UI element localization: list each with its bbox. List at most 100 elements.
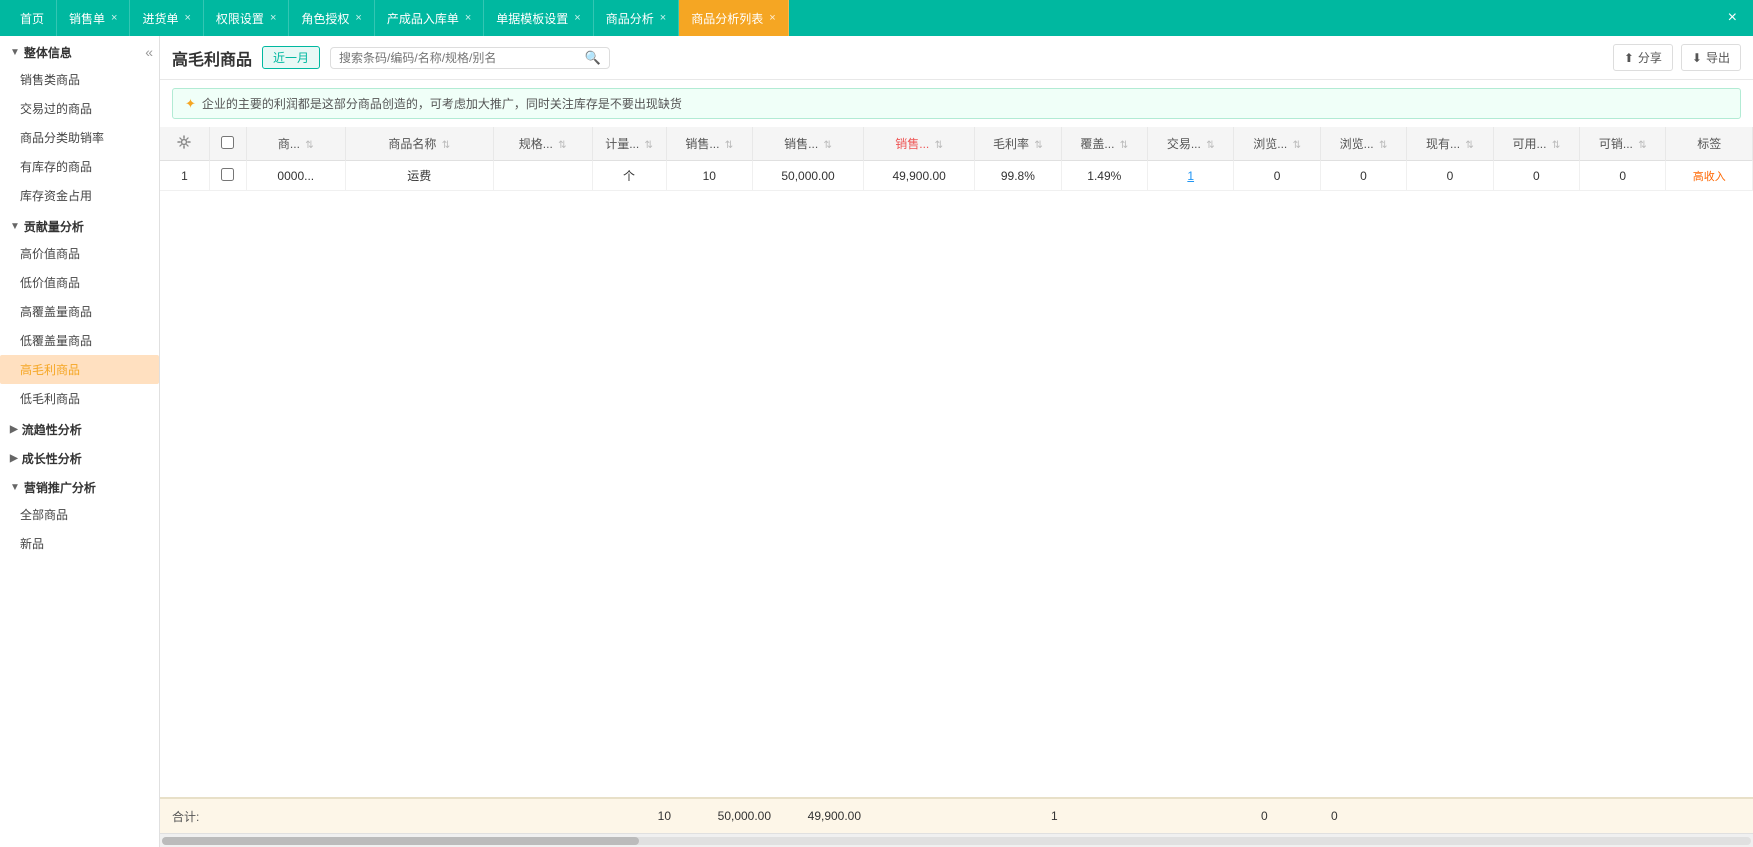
total-browse2 bbox=[1159, 809, 1229, 823]
close-icon[interactable]: × bbox=[270, 12, 276, 24]
sidebar-item-low-margin[interactable]: 低毛利商品 bbox=[0, 384, 159, 413]
sidebar-item-stock-capital[interactable]: 库存资金占用 bbox=[0, 181, 159, 210]
nav-tab-permission[interactable]: 权限设置 × bbox=[204, 0, 289, 36]
col-header-sales-qty[interactable]: 销售... ⇅ bbox=[666, 127, 752, 161]
col-header-sales-amt[interactable]: 销售... ⇅ bbox=[753, 127, 864, 161]
select-all-checkbox[interactable] bbox=[221, 136, 234, 149]
total-saleable bbox=[1369, 809, 1439, 823]
cell-spec bbox=[493, 161, 592, 191]
chevron-right-icon: ▶ bbox=[10, 424, 18, 435]
nav-tab-goods-list[interactable]: 商品分析列表 × bbox=[679, 0, 788, 36]
col-header-stock[interactable]: 现有... ⇅ bbox=[1407, 127, 1493, 161]
cell-trade[interactable]: 1 bbox=[1148, 161, 1234, 191]
sidebar-group-marketing[interactable]: ▼ 营销推广分析 bbox=[0, 471, 159, 500]
total-cover bbox=[949, 809, 1019, 823]
col-header-gross-rate[interactable]: 毛利率 ⇅ bbox=[975, 127, 1061, 161]
share-icon: ⬆ bbox=[1624, 51, 1634, 65]
sidebar-group-growth[interactable]: ▶ 成长性分析 bbox=[0, 442, 159, 471]
col-header-checkbox[interactable] bbox=[209, 127, 246, 161]
footer-total: 合计: 10 50,000.00 49,900.00 1 0 0 bbox=[160, 797, 1753, 833]
sidebar-collapse-button[interactable]: « bbox=[145, 44, 153, 60]
close-icon[interactable]: × bbox=[355, 12, 361, 24]
horizontal-scrollbar[interactable] bbox=[160, 833, 1753, 847]
sort-icon: ⇅ bbox=[1379, 140, 1387, 151]
col-header-tag[interactable]: 标签 bbox=[1666, 127, 1753, 161]
sidebar-item-high-coverage[interactable]: 高覆盖量商品 bbox=[0, 297, 159, 326]
total-gross-rate bbox=[879, 809, 949, 823]
sidebar-group-trend[interactable]: ▶ 流趋性分析 bbox=[0, 413, 159, 442]
page-title: 高毛利商品 bbox=[172, 46, 252, 70]
total-stock: 0 bbox=[1229, 809, 1299, 823]
col-header-browse2[interactable]: 浏览... ⇅ bbox=[1320, 127, 1406, 161]
col-header-browse1[interactable]: 浏览... ⇅ bbox=[1234, 127, 1320, 161]
sidebar-item-all-goods[interactable]: 全部商品 bbox=[0, 500, 159, 529]
window-close-button[interactable]: × bbox=[1720, 9, 1745, 27]
close-icon[interactable]: × bbox=[769, 12, 775, 24]
total-avail: 0 bbox=[1299, 809, 1369, 823]
close-icon[interactable]: × bbox=[574, 12, 580, 24]
sidebar-item-traded-goods[interactable]: 交易过的商品 bbox=[0, 94, 159, 123]
scrollbar-thumb[interactable] bbox=[162, 837, 639, 845]
sidebar-item-sales-goods[interactable]: 销售类商品 bbox=[0, 65, 159, 94]
col-header-sales-cost[interactable]: 销售... ⇅ bbox=[864, 127, 975, 161]
cell-code: 0000... bbox=[246, 161, 345, 191]
col-header-trade[interactable]: 交易... ⇅ bbox=[1148, 127, 1234, 161]
cell-num: 1 bbox=[160, 161, 209, 191]
close-icon[interactable]: × bbox=[465, 12, 471, 24]
cell-check[interactable] bbox=[209, 161, 246, 191]
sidebar-item-high-value[interactable]: 高价值商品 bbox=[0, 239, 159, 268]
cell-name: 运费 bbox=[345, 161, 493, 191]
sidebar-item-high-margin[interactable]: 高毛利商品 bbox=[0, 355, 159, 384]
close-icon[interactable]: × bbox=[111, 12, 117, 24]
col-header-cover[interactable]: 覆盖... ⇅ bbox=[1061, 127, 1147, 161]
sidebar: « ▼ 整体信息 销售类商品 交易过的商品 商品分类助销率 有库存的商品 库存资… bbox=[0, 36, 160, 847]
sort-icon: ⇅ bbox=[645, 140, 653, 151]
data-table: 商... ⇅ 商品名称 ⇅ 规格... ⇅ 计量... bbox=[160, 127, 1753, 191]
chevron-down-icon: ▼ bbox=[10, 221, 20, 232]
sidebar-item-low-coverage[interactable]: 低覆盖量商品 bbox=[0, 326, 159, 355]
nav-tab-purchase[interactable]: 进货单 × bbox=[130, 0, 203, 36]
sidebar-item-low-value[interactable]: 低价值商品 bbox=[0, 268, 159, 297]
share-button[interactable]: ⬆ 分享 bbox=[1613, 44, 1673, 71]
cell-cover: 1.49% bbox=[1061, 161, 1147, 191]
row-checkbox[interactable] bbox=[221, 168, 234, 181]
filter-recent-month-button[interactable]: 近一月 bbox=[262, 46, 320, 69]
nav-tab-home[interactable]: 首页 bbox=[8, 0, 57, 36]
col-header-name[interactable]: 商品名称 ⇅ bbox=[345, 127, 493, 161]
total-sales-qty: 10 bbox=[629, 809, 699, 823]
close-icon[interactable]: × bbox=[660, 12, 666, 24]
chevron-right-icon: ▶ bbox=[10, 453, 18, 464]
nav-tab-sales[interactable]: 销售单 × bbox=[57, 0, 130, 36]
total-sales-cost: 49,900.00 bbox=[789, 809, 879, 823]
col-header-saleable[interactable]: 可销... ⇅ bbox=[1580, 127, 1666, 161]
cell-sales-qty: 10 bbox=[666, 161, 752, 191]
sidebar-group-overall[interactable]: ▼ 整体信息 bbox=[0, 36, 159, 65]
search-icon[interactable]: 🔍 bbox=[585, 50, 601, 66]
sidebar-item-new-goods[interactable]: 新品 bbox=[0, 529, 159, 558]
col-header-avail[interactable]: 可用... ⇅ bbox=[1493, 127, 1579, 161]
nav-tab-goods-analysis[interactable]: 商品分析 × bbox=[594, 0, 679, 36]
col-header-unit[interactable]: 计量... ⇅ bbox=[592, 127, 666, 161]
cell-saleable: 0 bbox=[1580, 161, 1666, 191]
close-icon[interactable]: × bbox=[184, 12, 190, 24]
sort-icon: ⇅ bbox=[1552, 140, 1560, 151]
cell-unit: 个 bbox=[592, 161, 666, 191]
total-sales-amt: 50,000.00 bbox=[699, 809, 789, 823]
export-button[interactable]: ⬇ 导出 bbox=[1681, 44, 1741, 71]
sidebar-item-stocked-goods[interactable]: 有库存的商品 bbox=[0, 152, 159, 181]
sidebar-group-contribution[interactable]: ▼ 贡献量分析 bbox=[0, 210, 159, 239]
cell-gross-rate: 99.8% bbox=[975, 161, 1061, 191]
nav-tab-template[interactable]: 单据模板设置 × bbox=[484, 0, 593, 36]
col-header-code[interactable]: 商... ⇅ bbox=[246, 127, 345, 161]
nav-tab-role[interactable]: 角色授权 × bbox=[289, 0, 374, 36]
col-header-settings[interactable] bbox=[160, 127, 209, 161]
sidebar-item-category-rate[interactable]: 商品分类助销率 bbox=[0, 123, 159, 152]
sort-icon: ⇅ bbox=[558, 140, 566, 151]
cell-sales-amt: 50,000.00 bbox=[753, 161, 864, 191]
search-input[interactable] bbox=[339, 51, 585, 65]
scrollbar-track[interactable] bbox=[162, 837, 1751, 845]
nav-tab-product-in[interactable]: 产成品入库单 × bbox=[375, 0, 484, 36]
col-header-spec[interactable]: 规格... ⇅ bbox=[493, 127, 592, 161]
sort-icon: ⇅ bbox=[1293, 140, 1301, 151]
cell-sales-cost: 49,900.00 bbox=[864, 161, 975, 191]
